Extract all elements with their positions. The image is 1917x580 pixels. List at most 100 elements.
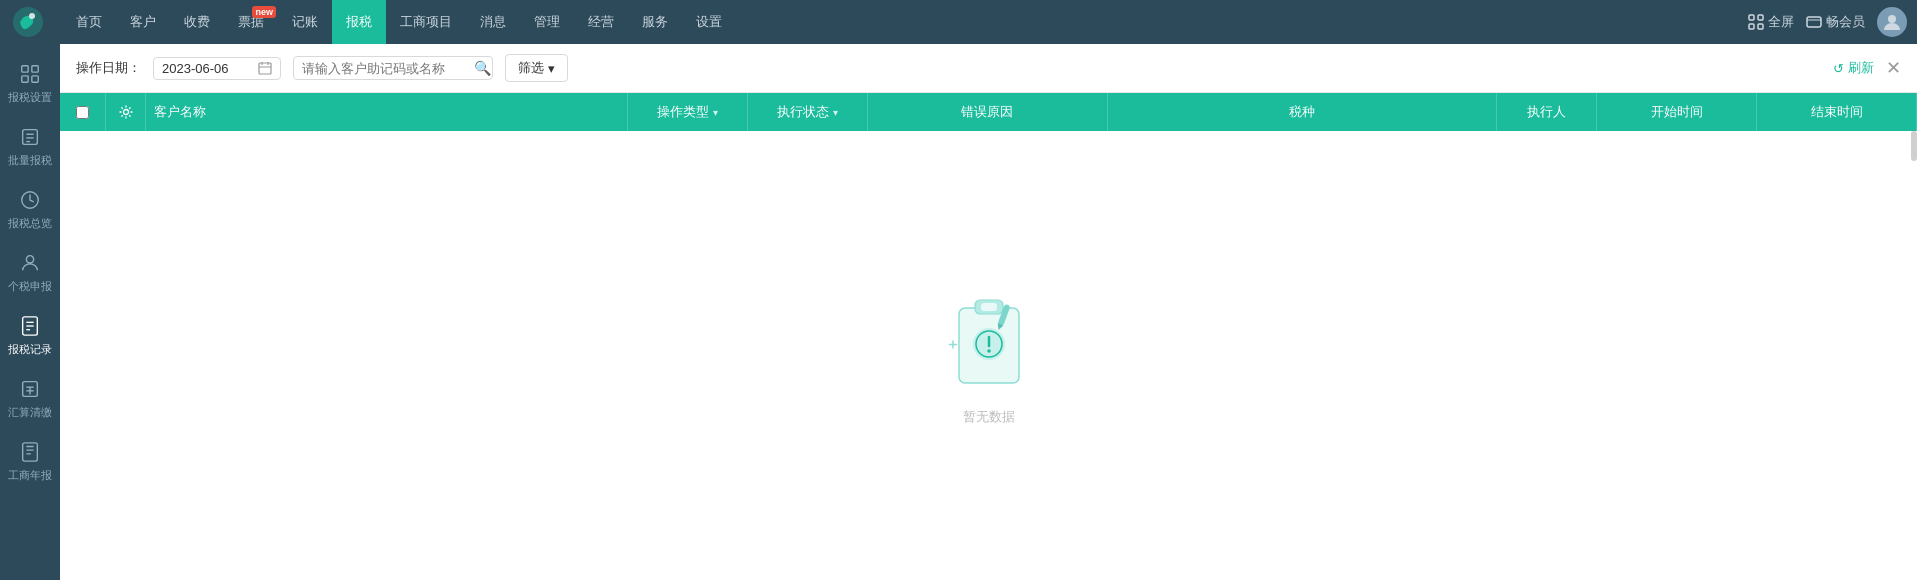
table-header: 客户名称 操作类型 ▾ 执行状态 ▾ 错误原因 税种 执行人	[60, 93, 1917, 131]
annual-icon	[18, 440, 42, 464]
date-input[interactable]	[162, 61, 252, 76]
sidebar-label-tax-settings: 报税设置	[8, 90, 52, 105]
vip-label: 畅会员	[1826, 13, 1865, 31]
svg-rect-10	[22, 76, 28, 82]
nav-item-home[interactable]: 首页	[62, 0, 116, 44]
col-end-time-label: 结束时间	[1811, 103, 1863, 121]
nav-item-tax[interactable]: 报税	[332, 0, 386, 44]
col-op-type: 操作类型 ▾	[628, 93, 748, 131]
nav-item-manage[interactable]: 管理	[520, 0, 574, 44]
svg-point-17	[26, 256, 33, 263]
toolbar: 操作日期： 🔍 筛选 ▾ ↺ 刷新 ✕	[60, 44, 1917, 93]
nav-badge-new: new	[252, 6, 276, 18]
vip-button[interactable]: 畅会员	[1806, 13, 1865, 31]
nav-item-finance[interactable]: 经营	[574, 0, 628, 44]
col-start-time: 开始时间	[1597, 93, 1757, 131]
svg-point-7	[1888, 15, 1896, 23]
svg-rect-8	[22, 66, 28, 72]
sidebar-item-tax-settings[interactable]: 报税设置	[0, 52, 60, 115]
svg-rect-6	[1807, 17, 1821, 27]
sidebar: 报税设置批量报税报税总览个税申报报税记录汇算清缴工商年报	[0, 44, 60, 580]
col-start-time-label: 开始时间	[1651, 103, 1703, 121]
table: 客户名称 操作类型 ▾ 执行状态 ▾ 错误原因 税种 执行人	[60, 93, 1917, 580]
date-picker[interactable]	[153, 57, 281, 80]
svg-rect-34	[981, 303, 997, 311]
batch-icon	[18, 125, 42, 149]
col-gear[interactable]	[106, 93, 146, 131]
sidebar-item-batch-tax[interactable]: 批量报税	[0, 115, 60, 178]
fullscreen-button[interactable]: 全屏	[1748, 13, 1794, 31]
logo	[10, 4, 46, 40]
search-input[interactable]	[302, 61, 470, 76]
col-executor: 执行人	[1497, 93, 1597, 131]
col-end-time: 结束时间	[1757, 93, 1917, 131]
col-check[interactable]	[60, 93, 106, 131]
nav-item-invoice[interactable]: 票据new	[224, 0, 278, 44]
filter-label: 筛选	[518, 59, 544, 77]
svg-rect-3	[1758, 15, 1763, 20]
svg-rect-2	[1749, 15, 1754, 20]
col-exec-status: 执行状态 ▾	[748, 93, 868, 131]
settings-icon	[18, 62, 42, 86]
svg-rect-26	[23, 443, 38, 461]
svg-point-1	[29, 13, 35, 19]
main-layout: 报税设置批量报税报税总览个税申报报税记录汇算清缴工商年报 操作日期： 🔍 筛选 …	[0, 44, 1917, 580]
col-exec-status-label: 执行状态	[777, 103, 829, 121]
svg-rect-9	[32, 66, 38, 72]
col-op-type-label: 操作类型	[657, 103, 709, 121]
empty-illustration	[939, 286, 1039, 396]
close-button[interactable]: ✕	[1886, 59, 1901, 77]
empty-state: 暂无数据	[919, 266, 1059, 446]
col-error: 错误原因	[868, 93, 1108, 131]
nav-items: 首页客户收费票据new记账报税工商项目消息管理经营服务设置	[62, 0, 1748, 44]
svg-point-38	[987, 349, 991, 353]
col-executor-label: 执行人	[1527, 103, 1566, 121]
sidebar-item-calculate[interactable]: 汇算清缴	[0, 367, 60, 430]
filter-button[interactable]: 筛选 ▾	[505, 54, 568, 82]
calendar-icon	[258, 61, 272, 75]
refresh-button[interactable]: ↺ 刷新	[1833, 59, 1874, 77]
person-icon	[18, 251, 42, 275]
op-type-sort-icon[interactable]: ▾	[713, 107, 718, 118]
nav-item-billing[interactable]: 收费	[170, 0, 224, 44]
svg-rect-11	[32, 76, 38, 82]
sidebar-item-personal-tax[interactable]: 个税申报	[0, 241, 60, 304]
search-box[interactable]: 🔍	[293, 56, 493, 80]
content-area: 操作日期： 🔍 筛选 ▾ ↺ 刷新 ✕	[60, 44, 1917, 580]
empty-text: 暂无数据	[963, 408, 1015, 426]
svg-point-31	[123, 110, 128, 115]
fullscreen-label: 全屏	[1768, 13, 1794, 31]
exec-status-sort-icon[interactable]: ▾	[833, 107, 838, 118]
refresh-icon: ↺	[1833, 61, 1844, 76]
gear-icon	[118, 104, 134, 120]
select-all-checkbox[interactable]	[76, 106, 89, 119]
sidebar-label-tax-overview: 报税总览	[8, 216, 52, 231]
nav-item-bookkeeping[interactable]: 记账	[278, 0, 332, 44]
nav-item-bizproject[interactable]: 工商项目	[386, 0, 466, 44]
svg-rect-27	[259, 63, 271, 74]
chevron-down-icon: ▾	[548, 61, 555, 76]
search-icon[interactable]: 🔍	[474, 60, 491, 76]
scrollbar[interactable]	[1911, 131, 1917, 161]
date-label: 操作日期：	[76, 59, 141, 77]
svg-rect-5	[1758, 24, 1763, 29]
nav-item-message[interactable]: 消息	[466, 0, 520, 44]
sidebar-label-tax-record: 报税记录	[8, 342, 52, 357]
sidebar-item-annual-report[interactable]: 工商年报	[0, 430, 60, 493]
user-avatar[interactable]	[1877, 7, 1907, 37]
record-icon	[18, 314, 42, 338]
col-error-label: 错误原因	[961, 103, 1013, 121]
nav-item-settings[interactable]: 设置	[682, 0, 736, 44]
col-tax-label: 税种	[1289, 103, 1315, 121]
top-nav: 首页客户收费票据new记账报税工商项目消息管理经营服务设置 全屏 畅会员	[0, 0, 1917, 44]
nav-right: 全屏 畅会员	[1748, 7, 1907, 37]
col-tax: 税种	[1108, 93, 1497, 131]
refresh-label: 刷新	[1848, 59, 1874, 77]
col-customer-label: 客户名称	[154, 103, 206, 121]
sidebar-item-tax-overview[interactable]: 报税总览	[0, 178, 60, 241]
nav-item-service[interactable]: 服务	[628, 0, 682, 44]
nav-item-customer[interactable]: 客户	[116, 0, 170, 44]
sidebar-label-personal-tax: 个税申报	[8, 279, 52, 294]
sidebar-item-tax-record[interactable]: 报税记录	[0, 304, 60, 367]
sidebar-label-calculate: 汇算清缴	[8, 405, 52, 420]
